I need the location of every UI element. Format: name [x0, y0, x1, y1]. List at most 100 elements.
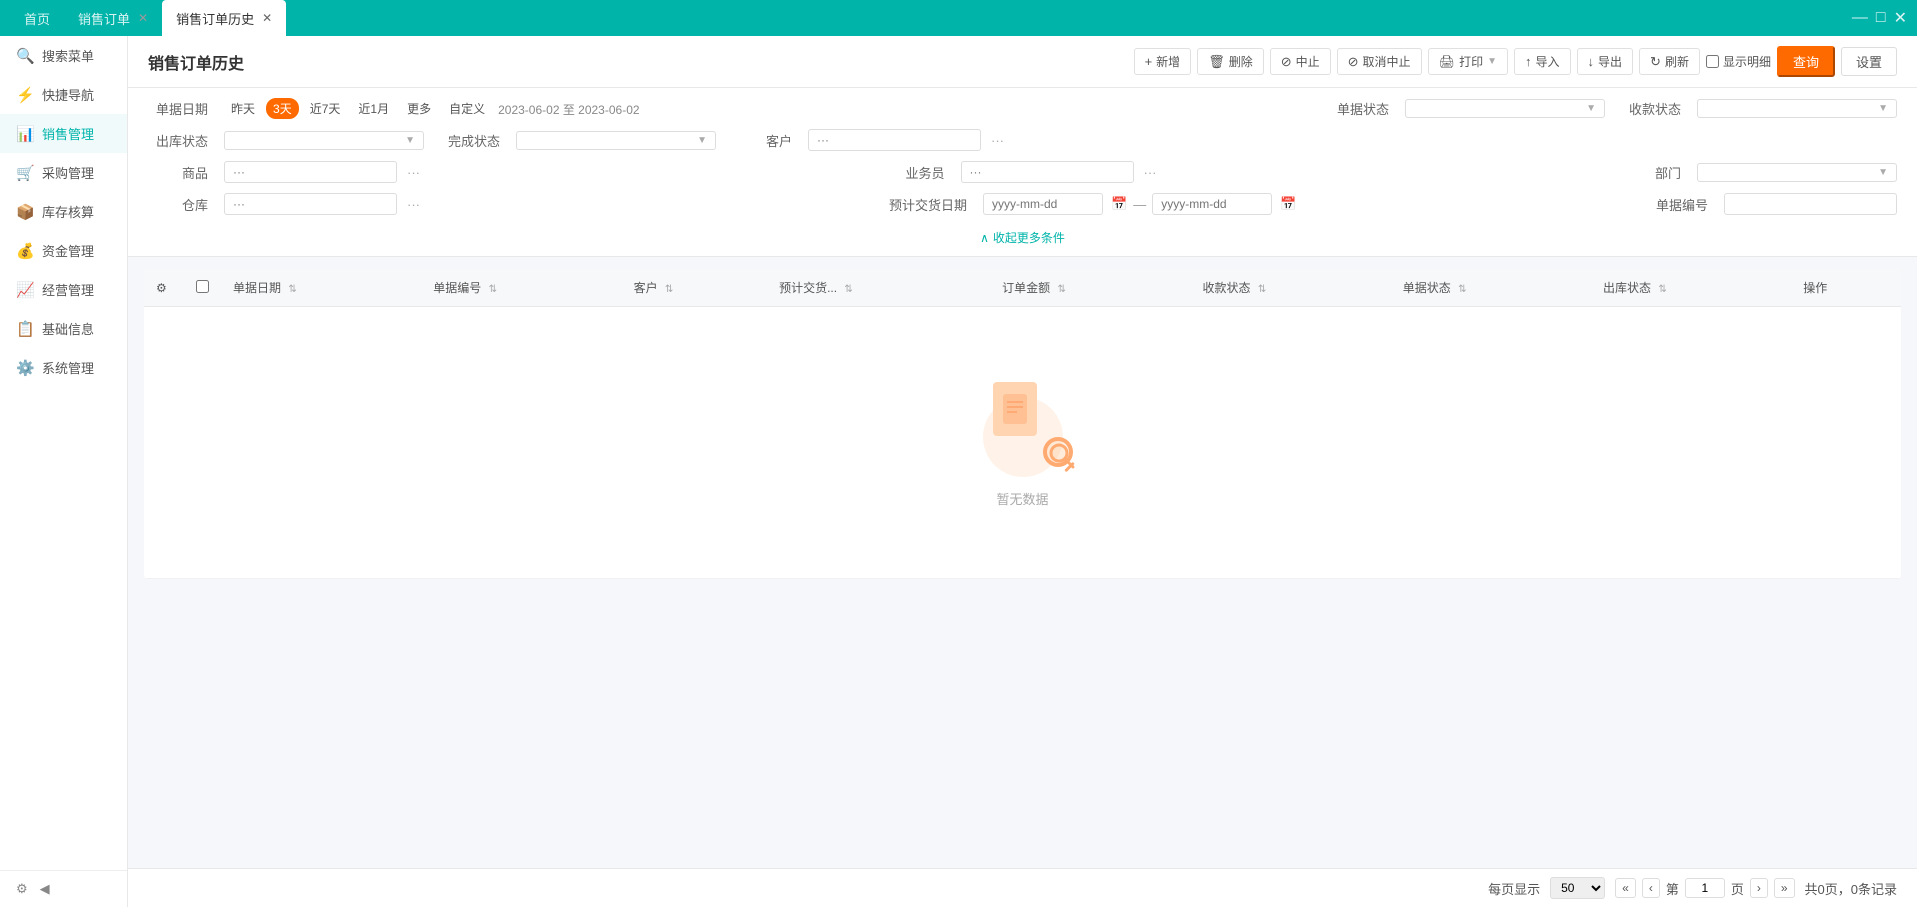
date-btn-1month[interactable]: 近1月 [351, 98, 396, 119]
cancel-stop-icon: ⊘ [1348, 54, 1359, 70]
filter-row-2: 出库状态 ▼ 完成状态 ▼ 客户 ··· [148, 129, 1897, 151]
page-size-select[interactable]: 50 10 20 100 [1550, 877, 1605, 899]
tab-sales-order[interactable]: 销售订单 ✕ [64, 0, 162, 36]
window-minimize-icon[interactable]: — [1852, 9, 1868, 27]
th-receipt-status-sort[interactable]: ⇅ [1258, 284, 1266, 295]
query-button[interactable]: 查询 [1777, 46, 1835, 77]
sidebar-item-system[interactable]: ⚙️ 系统管理 [0, 348, 127, 387]
warehouse-dots[interactable]: ··· [407, 197, 420, 212]
collapse-button[interactable]: ∧ 收起更多条件 [148, 225, 1897, 246]
display-toggle[interactable]: 显示明细 [1706, 53, 1771, 70]
customer-field: ··· [808, 129, 1897, 151]
th-out-status-sort[interactable]: ⇅ [1658, 284, 1666, 295]
page-number-input[interactable] [1685, 878, 1725, 898]
top-right-controls: — □ ✕ [1852, 8, 1907, 28]
system-icon: ⚙️ [16, 359, 34, 377]
th-bill-no-sort[interactable]: ⇅ [489, 284, 497, 295]
salesperson-dots[interactable]: ··· [1144, 165, 1157, 180]
cancel-stop-button[interactable]: ⊘ 取消中止 [1337, 48, 1422, 75]
th-bill-status-label: 单据状态 [1403, 281, 1451, 295]
receipt-status-select[interactable]: ▼ [1697, 99, 1897, 118]
tab-sales-order-close[interactable]: ✕ [138, 11, 148, 25]
cancel-stop-label: 取消中止 [1363, 53, 1411, 70]
quick-nav-icon: ⚡ [16, 86, 34, 104]
th-bill-status-sort[interactable]: ⇅ [1458, 284, 1466, 295]
date-btn-3days[interactable]: 3天 [266, 98, 299, 119]
th-expected-date-sort[interactable]: ⇅ [844, 284, 852, 295]
import-button[interactable]: ↑ 导入 [1514, 48, 1571, 75]
filter-row-3: 商品 ··· 业务员 ··· 部门 ▼ [148, 161, 1897, 183]
prev-page-button[interactable]: ‹ [1642, 878, 1660, 898]
next-page-button[interactable]: › [1750, 878, 1768, 898]
calendar-to-icon[interactable]: 📅 [1280, 196, 1296, 212]
first-page-button[interactable]: « [1615, 878, 1636, 898]
expected-date-from[interactable] [983, 193, 1103, 215]
out-status-select[interactable]: ▼ [224, 131, 424, 150]
customer-dots[interactable]: ··· [991, 133, 1004, 148]
sidebar-item-operations[interactable]: 📈 经营管理 [0, 270, 127, 309]
goods-input[interactable] [224, 161, 397, 183]
operations-icon: 📈 [16, 281, 34, 299]
stop-button[interactable]: ⊘ 中止 [1270, 48, 1331, 75]
th-gear[interactable]: ⚙ [144, 269, 184, 307]
page-nav: « ‹ 第 页 › » [1615, 878, 1794, 898]
delete-label: 删除 [1229, 53, 1253, 70]
tab-sales-order-label: 销售订单 [78, 9, 130, 28]
date-quick-options: 昨天 3天 近7天 近1月 更多 自定义 [224, 98, 492, 119]
sidebar-collapse-icon[interactable]: ◀ [40, 881, 50, 897]
window-close-icon[interactable]: ✕ [1894, 8, 1907, 28]
sidebar-item-basic-info-label: 基础信息 [42, 319, 94, 338]
date-btn-more[interactable]: 更多 [400, 98, 438, 119]
goods-dots[interactable]: ··· [407, 165, 420, 180]
bill-no-input[interactable] [1724, 193, 1897, 215]
tab-sales-history-close[interactable]: ✕ [262, 11, 272, 25]
out-status-label: 出库状态 [148, 131, 208, 150]
sidebar-item-purchase-mgmt[interactable]: 🛒 采购管理 [0, 153, 127, 192]
sidebar-item-finance[interactable]: 💰 资金管理 [0, 231, 127, 270]
sidebar-settings-icon[interactable]: ⚙ [16, 881, 28, 897]
sidebar-item-basic-info[interactable]: 📋 基础信息 [0, 309, 127, 348]
filter-area: 单据日期 昨天 3天 近7天 近1月 更多 自定义 2023-06-02 至 2… [128, 88, 1917, 257]
add-icon: + [1145, 54, 1153, 69]
date-btn-today[interactable]: 昨天 [224, 98, 262, 119]
last-page-button[interactable]: » [1774, 878, 1795, 898]
basic-info-icon: 📋 [16, 320, 34, 338]
sidebar-item-quick-nav[interactable]: ⚡ 快捷导航 [0, 75, 127, 114]
expected-date-to[interactable] [1152, 193, 1272, 215]
th-customer-sort[interactable]: ⇅ [665, 284, 673, 295]
tab-sales-history[interactable]: 销售订单历史 ✕ [162, 0, 286, 36]
add-button[interactable]: + 新增 [1134, 48, 1192, 75]
bill-no-label: 单据编号 [1648, 195, 1708, 214]
select-all-checkbox[interactable] [196, 280, 209, 293]
date-btn-7days[interactable]: 近7天 [303, 98, 348, 119]
sales-mgmt-icon: 📊 [16, 125, 34, 143]
sidebar-item-search-menu[interactable]: 🔍 搜索菜单 [0, 36, 127, 75]
salesperson-input[interactable] [961, 161, 1134, 183]
export-button[interactable]: ↓ 导出 [1577, 48, 1634, 75]
warehouse-input[interactable] [224, 193, 397, 215]
display-toggle-checkbox[interactable] [1706, 55, 1719, 68]
calendar-from-icon[interactable]: 📅 [1111, 196, 1127, 212]
customer-input[interactable] [808, 129, 981, 151]
complete-status-select[interactable]: ▼ [516, 131, 716, 150]
th-amount-sort[interactable]: ⇅ [1058, 284, 1066, 295]
warehouse-field: ··· [224, 193, 873, 215]
th-check[interactable] [184, 269, 221, 307]
sidebar-item-sales-mgmt[interactable]: 📊 销售管理 [0, 114, 127, 153]
th-date-sort[interactable]: ⇅ [288, 284, 296, 295]
print-button[interactable]: 🖨 打印 ▼ [1428, 48, 1508, 75]
refresh-button[interactable]: ↻ 刷新 [1639, 48, 1700, 75]
search-menu-icon: 🔍 [16, 47, 34, 65]
tab-home[interactable]: 首页 [10, 0, 64, 36]
export-icon: ↓ [1588, 54, 1595, 69]
window-maximize-icon[interactable]: □ [1876, 9, 1886, 27]
date-btn-custom[interactable]: 自定义 [442, 98, 492, 119]
bill-status-select[interactable]: ▼ [1405, 99, 1605, 118]
dept-select[interactable]: ▼ [1697, 163, 1897, 182]
import-icon: ↑ [1525, 54, 1532, 69]
settings-button[interactable]: 设置 [1841, 47, 1897, 76]
th-customer-label: 客户 [634, 281, 658, 295]
sidebar-item-inventory[interactable]: 📦 库存核算 [0, 192, 127, 231]
out-status-arrow: ▼ [405, 135, 415, 146]
delete-button[interactable]: 🗑 删除 [1197, 48, 1264, 75]
